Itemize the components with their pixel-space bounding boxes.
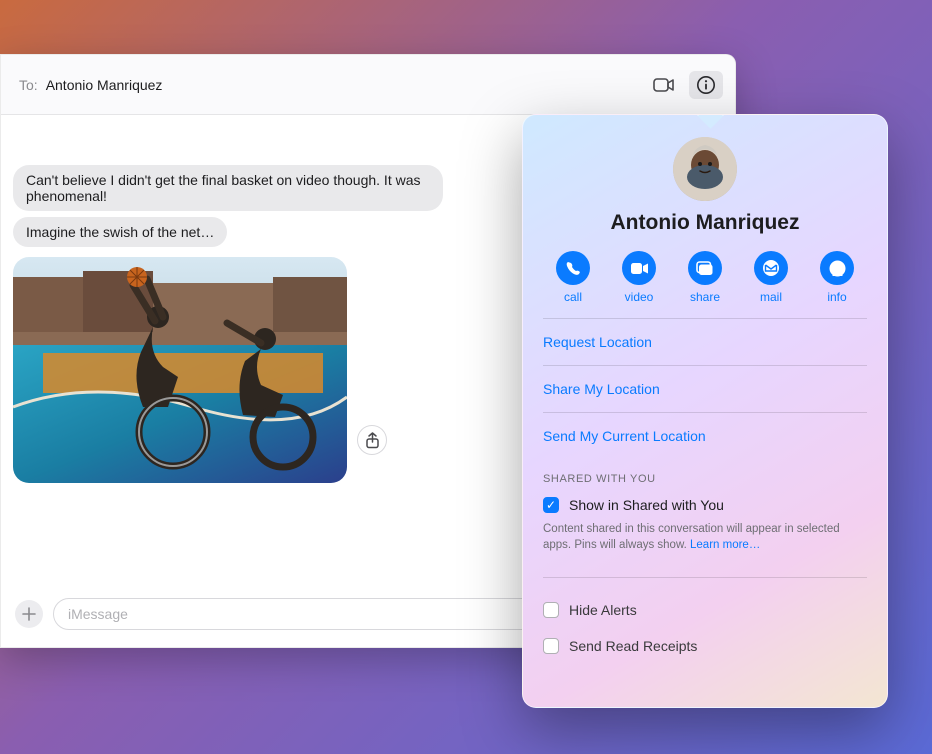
phone-icon (565, 260, 582, 277)
to-recipient[interactable]: Antonio Manriquez (46, 77, 163, 93)
video-action[interactable]: video (611, 251, 667, 304)
show-in-shared-checkbox[interactable] (543, 497, 559, 513)
video-icon (630, 262, 649, 275)
send-read-receipts-checkbox[interactable] (543, 638, 559, 654)
details-button[interactable] (689, 71, 723, 99)
to-label: To: (19, 77, 38, 93)
call-label: call (564, 290, 582, 304)
memoji-icon (673, 137, 737, 201)
info-circle-icon (696, 75, 716, 95)
incoming-message[interactable]: Can't believe I didn't get the final bas… (13, 165, 443, 211)
quick-share-button[interactable] (357, 425, 387, 455)
call-action[interactable]: call (545, 251, 601, 304)
screenshare-icon (696, 261, 714, 276)
show-in-shared-label: Show in Shared with You (569, 497, 724, 513)
shared-help-text: Content shared in this conversation will… (543, 521, 867, 563)
send-read-receipts-row[interactable]: Send Read Receipts (543, 628, 867, 654)
image-attachment[interactable] (13, 257, 347, 483)
send-current-location-link[interactable]: Send My Current Location (543, 413, 867, 459)
video-camera-icon (653, 77, 675, 93)
plus-icon (22, 607, 36, 621)
incoming-message[interactable]: Imagine the swish of the net… (13, 217, 227, 247)
share-icon (365, 432, 380, 449)
apps-button[interactable] (15, 600, 43, 628)
contact-name: Antonio Manriquez (543, 211, 867, 235)
hide-alerts-row[interactable]: Hide Alerts (543, 592, 867, 628)
person-icon (829, 260, 846, 277)
send-read-receipts-label: Send Read Receipts (569, 638, 697, 654)
request-location-link[interactable]: Request Location (543, 319, 867, 366)
share-label: share (690, 290, 720, 304)
video-label: video (625, 290, 654, 304)
contact-actions: call video share mail info (543, 251, 867, 319)
show-in-shared-row[interactable]: Show in Shared with You (543, 493, 867, 521)
info-action[interactable]: info (809, 251, 865, 304)
share-action[interactable]: share (677, 251, 733, 304)
shared-with-you-heading: SHARED WITH YOU (543, 459, 867, 493)
hide-alerts-label: Hide Alerts (569, 602, 637, 618)
details-popover: Antonio Manriquez call video share mail … (522, 114, 888, 708)
basketball-photo-icon (13, 257, 347, 483)
hide-alerts-checkbox[interactable] (543, 602, 559, 618)
share-my-location-link[interactable]: Share My Location (543, 366, 867, 413)
mail-action[interactable]: mail (743, 251, 799, 304)
mail-icon (762, 259, 780, 277)
learn-more-link[interactable]: Learn more… (690, 539, 760, 551)
conversation-header: To: Antonio Manriquez (1, 55, 735, 115)
contact-avatar[interactable] (673, 137, 737, 201)
info-label: info (827, 290, 846, 304)
mail-label: mail (760, 290, 782, 304)
facetime-button[interactable] (647, 71, 681, 99)
